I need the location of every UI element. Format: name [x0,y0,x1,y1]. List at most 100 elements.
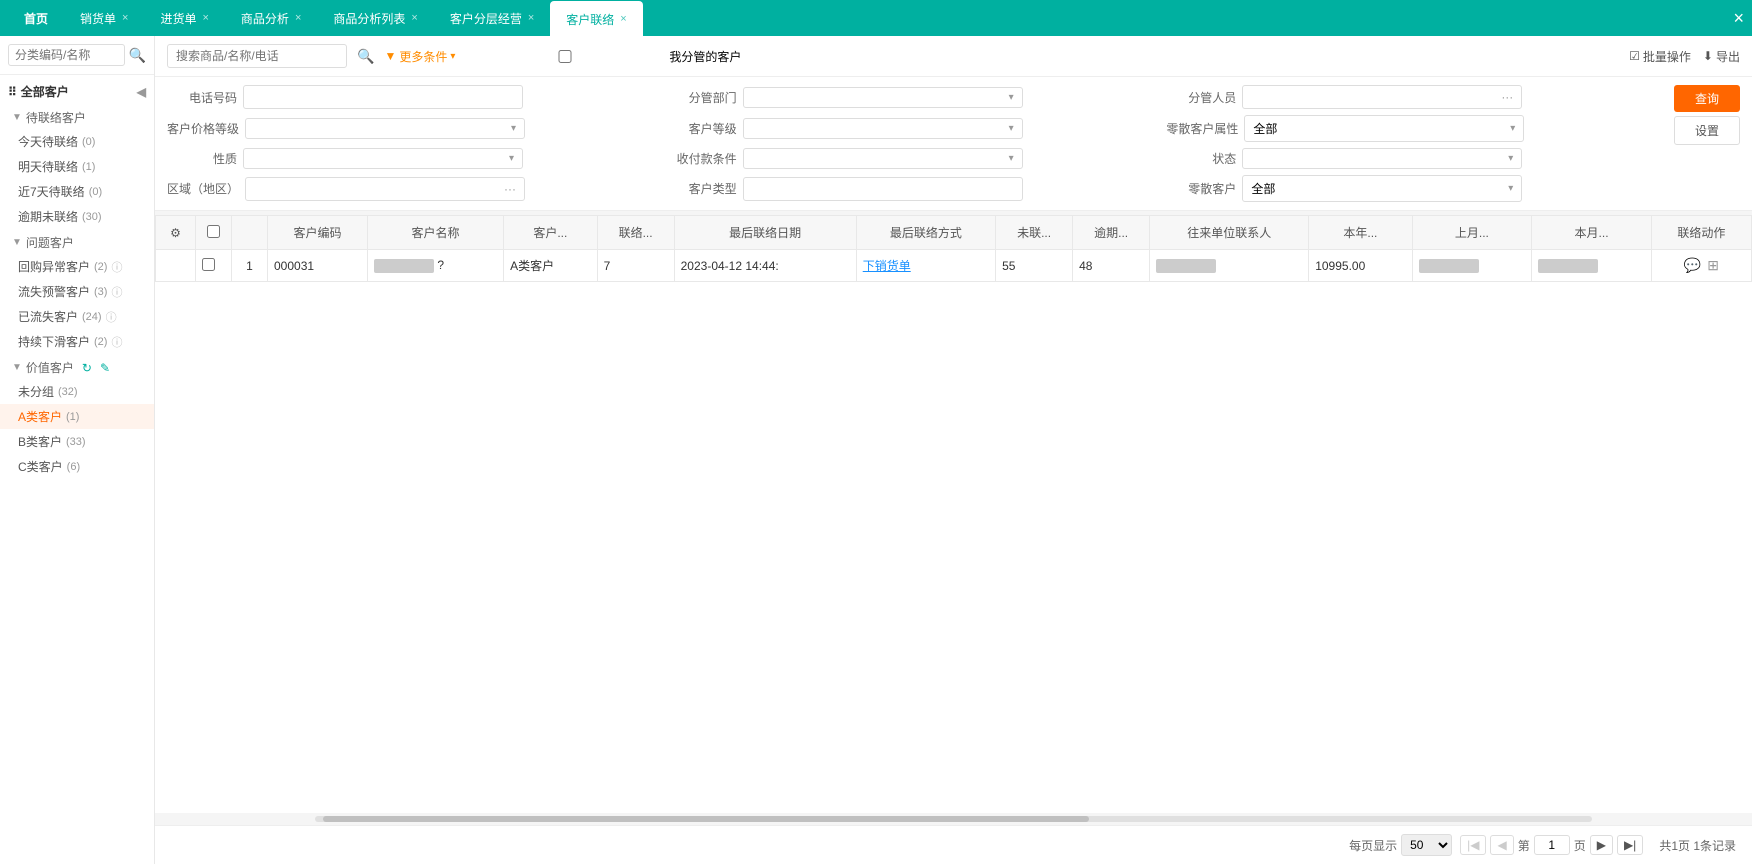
dept-select[interactable]: ▾ [743,87,1023,108]
batch-op-button[interactable]: ☑ 批量操作 [1629,48,1691,65]
th-this-month[interactable]: 本月... [1532,216,1652,250]
sidebar-item-churn-warning[interactable]: 流失预警客户 (3) ⓘ [0,279,154,304]
refresh-icon[interactable]: ↻ [82,361,92,375]
th-unit-contact[interactable]: 往来单位联系人 [1150,216,1309,250]
tab-sales[interactable]: 销货单 × [64,0,144,36]
row-checkbox[interactable] [202,258,215,271]
retail-attr-select[interactable]: 全部 ▾ [1244,115,1524,142]
th-settings[interactable]: ⚙ [156,216,196,250]
group-pending-contact[interactable]: ▼ 待联络客户 [0,104,154,129]
th-uncontacted[interactable]: 未联... [996,216,1073,250]
filter-phone: 电话号码 [167,85,667,109]
th-contact-label: 联络... [619,226,653,240]
last-page-btn[interactable]: ▶| [1617,835,1643,855]
th-name[interactable]: 客户名称 [368,216,504,250]
row-actions: 💬 ⊞ [1651,250,1751,282]
export-button[interactable]: ⬇ 导出 [1703,48,1740,65]
th-actions-label: 联络动作 [1677,226,1725,240]
sidebar-item-overdue[interactable]: 逾期未联络 (30) [0,204,154,229]
filter-manager: 分管人员 ··· [1166,85,1666,109]
sidebar-item-7days[interactable]: 近7天待联络 (0) [0,179,154,204]
row-index: 1 [232,250,268,282]
status-select[interactable]: ▾ [1242,148,1522,169]
more-filters-button[interactable]: ▼ 更多条件 ▾ [384,48,455,65]
filter-dept: 分管部门 ▾ [667,87,1167,108]
close-customer-contact-icon[interactable]: × [620,13,626,25]
sidebar-item-class-a[interactable]: A类客户 (1) [0,404,154,429]
search-input[interactable] [167,44,347,68]
next-page-btn[interactable]: ▶ [1590,835,1613,855]
all-customers-header[interactable]: ⠿ 全部客户 ◀ [0,75,154,104]
row-last-method[interactable]: 下销货单 [856,250,995,282]
collapse-sidebar-icon[interactable]: ◀ [137,85,146,99]
row-check-cell[interactable] [196,250,232,282]
sidebar-item-tomorrow[interactable]: 明天待联络 (1) [0,154,154,179]
row-name: ? [368,250,504,282]
th-unit-contact-label: 往来单位联系人 [1187,226,1271,240]
settings-button[interactable]: 设置 [1674,116,1740,145]
th-overdue[interactable]: 逾期... [1073,216,1150,250]
edit-icon[interactable]: ✎ [100,361,110,375]
close-customer-tier-icon[interactable]: × [528,12,534,24]
th-contact[interactable]: 联络... [597,216,674,250]
close-sales-icon[interactable]: × [122,12,128,24]
prev-page-btn[interactable]: ◀ [1490,835,1513,855]
sidebar-item-today[interactable]: 今天待联络 (0) [0,129,154,154]
comment-action-btn[interactable]: 💬 [1684,257,1701,274]
nature-select[interactable]: ▾ [243,148,523,169]
retail-customer-select[interactable]: 全部 ▾ [1242,175,1522,202]
my-customers-check-input[interactable] [465,50,665,63]
sidebar-item-declining[interactable]: 持续下滑客户 (2) ⓘ [0,329,154,354]
th-type[interactable]: 客户... [504,216,597,250]
payment-select[interactable]: ▾ [743,148,1023,169]
group-problem-customers[interactable]: ▼ 问题客户 [0,229,154,254]
close-purchase-icon[interactable]: × [202,12,208,24]
per-page-select[interactable]: 50 100 200 [1401,834,1452,856]
retail-customer-arrow-icon: ▾ [1508,183,1513,194]
close-goods-list-icon[interactable]: × [411,12,417,24]
th-code[interactable]: 客户编码 [268,216,368,250]
tab-customer-contact[interactable]: 客户联络 × [550,1,642,37]
last-method-link[interactable]: 下销货单 [863,259,911,273]
th-check[interactable] [196,216,232,250]
horizontal-scrollbar[interactable] [315,816,1592,822]
tab-goods-analysis[interactable]: 商品分析 × [225,0,317,36]
price-level-select[interactable]: ▾ [245,118,525,139]
tab-customer-tier[interactable]: 客户分层经营 × [434,0,550,36]
manager-dots-btn[interactable]: ··· [1501,90,1513,104]
page-input[interactable] [1534,835,1570,855]
tab-goods-list[interactable]: 商品分析列表 × [317,0,433,36]
row-last-date: 2023-04-12 14:44: [674,250,856,282]
th-last-contact-date[interactable]: 最后联络日期 [674,216,856,250]
sidebar-item-repurchase-abnormal[interactable]: 回购异常客户 (2) ⓘ [0,254,154,279]
tab-goods-list-label: 商品分析列表 [333,10,405,27]
scrollbar-thumb[interactable] [323,816,1089,822]
sidebar-search-icon[interactable]: 🔍 [129,47,146,64]
tab-purchase[interactable]: 进货单 × [144,0,224,36]
sidebar-search-input[interactable] [8,44,125,66]
query-button[interactable]: 查询 [1674,85,1740,112]
tab-customer-tier-label: 客户分层经营 [450,10,522,27]
tab-home[interactable]: 首页 [8,0,64,36]
th-last-month[interactable]: 上月... [1412,216,1532,250]
sidebar-item-class-b[interactable]: B类客户 (33) [0,429,154,454]
close-goods-analysis-icon[interactable]: × [295,12,301,24]
search-button[interactable]: 🔍 [357,48,374,65]
th-last-contact-method[interactable]: 最后联络方式 [856,216,995,250]
sidebar-item-unclassified[interactable]: 未分组 (32) [0,379,154,404]
th-this-year[interactable]: 本年... [1309,216,1412,250]
sidebar-item-class-c[interactable]: C类客户 (6) [0,454,154,479]
first-page-btn[interactable]: |◀ [1460,835,1486,855]
filter-status: 状态 ▾ [1166,148,1666,169]
select-all-checkbox[interactable] [207,225,220,238]
close-all-button[interactable]: × [1733,8,1744,29]
phone-input[interactable] [243,85,523,109]
sidebar-item-churned[interactable]: 已流失客户 (24) ⓘ [0,304,154,329]
group-value-customers[interactable]: ▼ 价值客户 ↻ ✎ [0,354,154,379]
qr-action-btn[interactable]: ⊞ [1707,257,1719,274]
my-customers-checkbox[interactable]: 我分管的客户 [465,48,741,65]
region-dots-btn[interactable]: ··· [504,182,516,196]
customer-level-select[interactable]: ▾ [743,118,1023,139]
customer-type-input[interactable] [743,177,1023,201]
all-customers-label: 全部客户 [21,83,69,100]
